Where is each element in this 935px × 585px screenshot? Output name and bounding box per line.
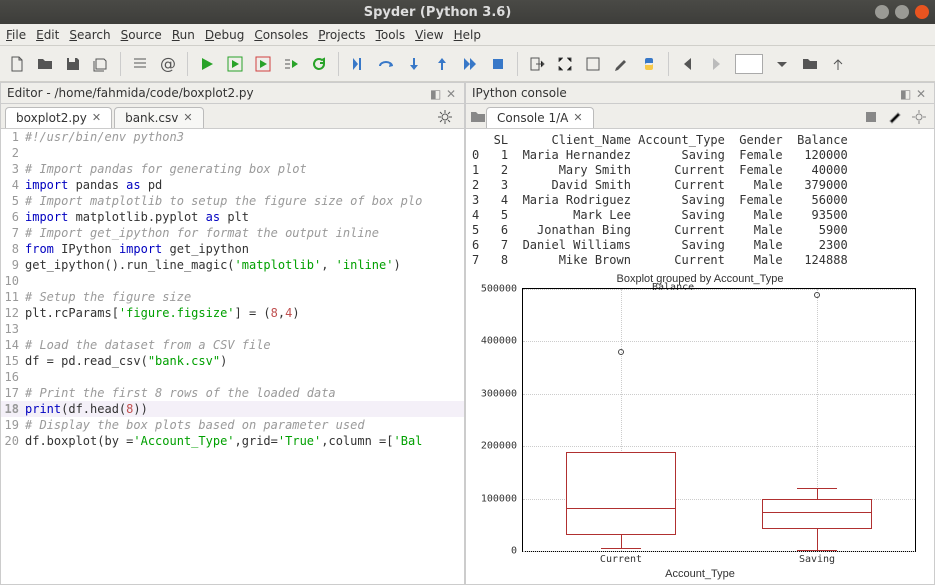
console-pane-title-text: IPython console	[472, 86, 896, 100]
step-over-icon[interactable]	[375, 53, 397, 75]
toolbar: @	[0, 46, 935, 82]
editor-pane: Editor - /home/fahmida/code/boxplot2.py …	[0, 82, 465, 585]
open-folder-icon[interactable]	[34, 53, 56, 75]
editor-pane-title-text: Editor - /home/fahmida/code/boxplot2.py	[7, 86, 426, 100]
plot-area: 0100000200000300000400000500000CurrentSa…	[522, 288, 916, 552]
dataframe-output: SL Client_Name Account_Type Gender Balan…	[472, 133, 928, 268]
run-icon[interactable]	[196, 53, 218, 75]
maximize-icon[interactable]	[554, 53, 576, 75]
pane-detach-icon[interactable]: ◧	[900, 87, 912, 99]
forward-icon[interactable]	[705, 53, 727, 75]
rerun-icon[interactable]	[308, 53, 330, 75]
console-options-icon[interactable]	[908, 106, 930, 128]
x-axis-label: Account_Type	[472, 567, 928, 582]
window-title: Spyder (Python 3.6)	[6, 5, 869, 20]
menubar: File Edit Search Source Run Debug Consoles Proj…	[0, 24, 935, 46]
stop-debug-icon[interactable]	[487, 53, 509, 75]
run-cell-icon[interactable]	[224, 53, 246, 75]
tab-boxplot2[interactable]: boxplot2.py ✕	[5, 107, 112, 128]
browse-folder-icon[interactable]	[799, 53, 821, 75]
console-pane-title: IPython console ◧ ✕	[466, 83, 934, 104]
run-selection-icon[interactable]	[280, 53, 302, 75]
menu-run[interactable]: Run	[172, 28, 195, 42]
interrupt-icon[interactable]	[860, 106, 882, 128]
menu-source[interactable]: Source	[121, 28, 162, 42]
window-close-button[interactable]	[915, 5, 929, 19]
editor-options-icon[interactable]	[434, 106, 456, 128]
python-path-icon[interactable]	[638, 53, 660, 75]
preferences-icon[interactable]	[610, 53, 632, 75]
menu-consoles[interactable]: Consoles	[254, 28, 308, 42]
working-dir-input[interactable]	[735, 54, 763, 74]
step-out-icon[interactable]	[431, 53, 453, 75]
console-output[interactable]: SL Client_Name Account_Type Gender Balan…	[466, 129, 934, 584]
save-all-icon[interactable]	[90, 53, 112, 75]
dropdown-icon[interactable]	[771, 53, 793, 75]
titlebar: Spyder (Python 3.6)	[0, 0, 935, 24]
new-file-icon[interactable]	[6, 53, 28, 75]
back-icon[interactable]	[677, 53, 699, 75]
window-minimize-button[interactable]	[875, 5, 889, 19]
boxplot-chart: Boxplot grouped by Account_Type Balance …	[472, 272, 928, 580]
run-cell-advance-icon[interactable]	[252, 53, 274, 75]
menu-edit[interactable]: Edit	[36, 28, 59, 42]
close-tab-icon[interactable]: ✕	[92, 111, 101, 124]
tab-console-1a[interactable]: Console 1/A ✕	[486, 107, 594, 128]
tab-bank-csv[interactable]: bank.csv ✕	[114, 107, 204, 128]
tab-label: boxplot2.py	[16, 111, 87, 125]
menu-file[interactable]: File	[6, 28, 26, 42]
separator	[517, 52, 518, 76]
separator	[668, 52, 669, 76]
menu-search[interactable]: Search	[69, 28, 110, 42]
menu-projects[interactable]: Projects	[318, 28, 365, 42]
close-tab-icon[interactable]: ✕	[183, 111, 192, 124]
list-icon[interactable]	[129, 53, 151, 75]
console-pane: IPython console ◧ ✕ Console 1/A ✕ SL Cli…	[465, 82, 935, 585]
save-icon[interactable]	[62, 53, 84, 75]
menu-debug[interactable]: Debug	[205, 28, 244, 42]
menu-view[interactable]: View	[415, 28, 443, 42]
at-icon[interactable]: @	[157, 53, 179, 75]
pane-close-icon[interactable]: ✕	[446, 87, 458, 99]
menu-tools[interactable]: Tools	[376, 28, 406, 42]
separator	[120, 52, 121, 76]
editor-pane-title: Editor - /home/fahmida/code/boxplot2.py …	[1, 83, 464, 104]
continue-icon[interactable]	[459, 53, 481, 75]
editor-tabs: boxplot2.py ✕ bank.csv ✕	[1, 104, 464, 129]
pane-detach-icon[interactable]: ◧	[430, 87, 442, 99]
clear-icon[interactable]	[884, 106, 906, 128]
tab-label: Console 1/A	[497, 111, 568, 125]
tab-label: bank.csv	[125, 111, 178, 125]
pane-close-icon[interactable]: ✕	[916, 87, 928, 99]
window-maximize-button[interactable]	[895, 5, 909, 19]
close-tab-icon[interactable]: ✕	[573, 111, 582, 124]
separator	[338, 52, 339, 76]
exit-icon[interactable]	[526, 53, 548, 75]
code-editor[interactable]: 1#!/usr/bin/env python323# Import pandas…	[1, 129, 464, 584]
debug-icon[interactable]	[347, 53, 369, 75]
chart-title: Boxplot grouped by Account_Type	[617, 273, 784, 285]
browse-tabs-icon[interactable]	[470, 106, 486, 128]
main-area: Editor - /home/fahmida/code/boxplot2.py …	[0, 82, 935, 585]
console-tabs: Console 1/A ✕	[466, 104, 934, 129]
fullscreen-icon[interactable]	[582, 53, 604, 75]
separator	[187, 52, 188, 76]
parent-dir-icon[interactable]	[827, 53, 849, 75]
step-into-icon[interactable]	[403, 53, 425, 75]
menu-help[interactable]: Help	[454, 28, 481, 42]
